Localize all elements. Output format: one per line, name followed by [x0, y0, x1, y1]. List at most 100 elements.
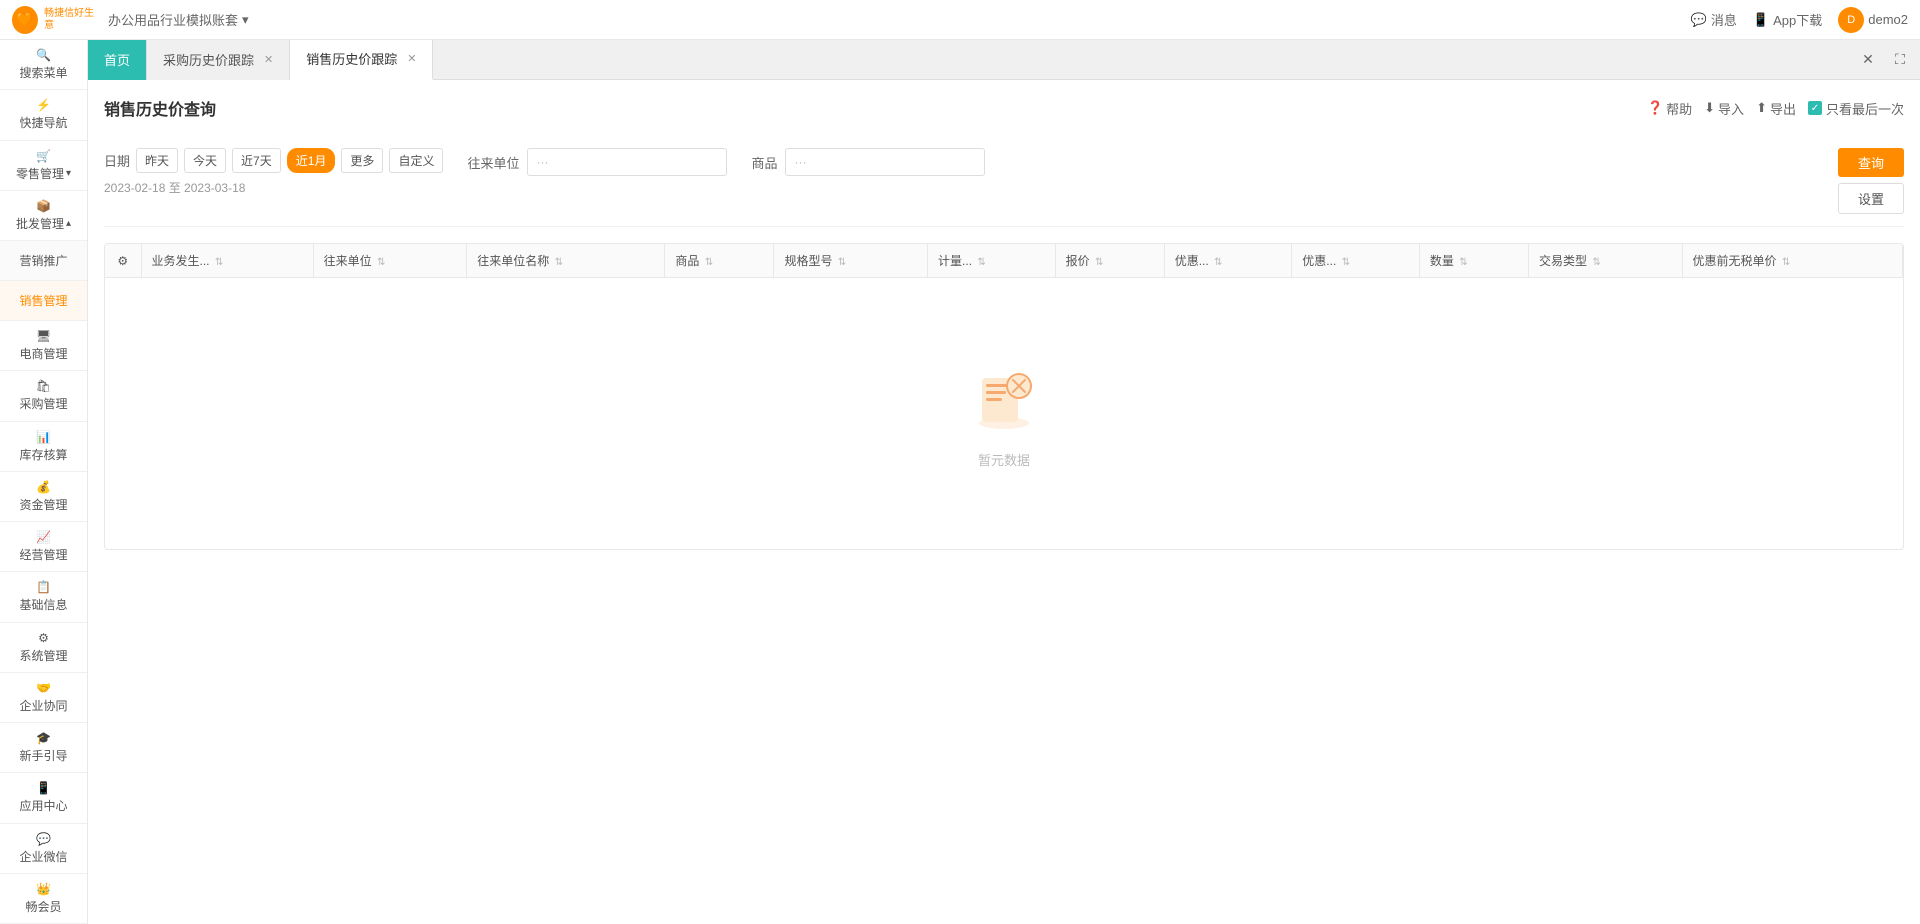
col-goods-label: 商品: [675, 254, 699, 268]
sidebar-item-label: 销售管理: [19, 292, 67, 309]
sidebar-item-guide[interactable]: 🎓 新手引导: [0, 723, 87, 773]
close-purchase-history-icon[interactable]: ✕: [264, 53, 273, 66]
tab-sales-history[interactable]: 销售历史价跟踪 ✕: [290, 40, 433, 80]
guide-icon: 🎓: [36, 731, 51, 745]
export-label: 导出: [1770, 99, 1796, 118]
page-actions: ❓ 帮助 ⬇ 导入 ⬆ 导出 ✓ 只看最后一次: [1647, 99, 1904, 118]
date-btn-1month[interactable]: 近1月: [287, 148, 336, 173]
table-col-goods[interactable]: 商品 ⇅: [665, 244, 774, 278]
date-label: 日期: [104, 151, 130, 170]
filter-actions: 查询 设置: [1838, 148, 1904, 214]
sidebar-item-enterprise[interactable]: 🤝 企业协同: [0, 673, 87, 723]
help-label: 帮助: [1666, 99, 1692, 118]
sidebar-item-enterprise-wechat[interactable]: 💬 企业微信: [0, 824, 87, 874]
sidebar-item-search-menu[interactable]: 🔍 搜索菜单: [0, 40, 87, 90]
table-col-unit[interactable]: 计量... ⇅: [928, 244, 1056, 278]
sidebar-item-label: 采购管理: [19, 395, 67, 412]
sales-history-tab-label: 销售历史价跟踪: [306, 49, 397, 68]
chevron-up-icon: ▴: [66, 218, 71, 229]
col-partner-name-label: 往来单位名称: [477, 254, 549, 268]
top-bar-right: 💬 消息 📱 App下载 D demo2: [1691, 7, 1908, 33]
maximize-button[interactable]: ⛶: [1888, 48, 1912, 72]
col-biz-date-label: 业务发生...: [152, 254, 210, 268]
user-menu[interactable]: D demo2: [1838, 7, 1908, 33]
operations-icon: 📈: [36, 530, 51, 544]
sort-icon: ⇅: [377, 257, 385, 268]
account-dropdown[interactable]: 办公用品行业模拟账套 ▾: [108, 10, 1683, 29]
table-col-spec[interactable]: 规格型号 ⇅: [774, 244, 928, 278]
import-label: 导入: [1718, 99, 1744, 118]
search-button[interactable]: 查询: [1838, 148, 1904, 177]
sidebar-item-system[interactable]: ⚙ 系统管理: [0, 623, 87, 673]
sort-icon: ⇅: [1095, 257, 1103, 268]
sidebar-item-purchase[interactable]: 🛍 采购管理: [0, 371, 87, 421]
export-button[interactable]: ⬆ 导出: [1756, 99, 1796, 118]
close-all-tabs-button[interactable]: ✕: [1856, 48, 1880, 72]
date-btn-7days[interactable]: 近7天: [232, 148, 281, 173]
sidebar-item-inventory[interactable]: 📊 库存核算: [0, 422, 87, 472]
page-title: 销售历史价查询: [104, 96, 216, 120]
enterprise-icon: 🤝: [36, 681, 51, 695]
table-col-partner-code[interactable]: 往来单位 ⇅: [313, 244, 467, 278]
partner-input[interactable]: ···: [527, 148, 727, 176]
sort-icon: ⇅: [1459, 257, 1467, 268]
table-col-quote[interactable]: 报价 ⇅: [1055, 244, 1164, 278]
inventory-icon: 📊: [36, 430, 51, 444]
sidebar-item-sales-mgmt[interactable]: 销售管理: [0, 281, 87, 321]
table-col-qty[interactable]: 数量 ⇅: [1419, 244, 1528, 278]
sidebar-item-app-center[interactable]: 📱 应用中心: [0, 773, 87, 823]
app-download-button[interactable]: 📱 App下载: [1753, 10, 1822, 29]
home-tab-label: 首页: [104, 50, 130, 69]
sidebar-item-operations[interactable]: 📈 经营管理: [0, 522, 87, 572]
system-icon: ⚙: [38, 631, 49, 645]
dropdown-arrow-icon: ▾: [242, 12, 249, 28]
logo: 🧡 畅捷信好生意: [12, 6, 100, 34]
settings-button[interactable]: 设置: [1838, 183, 1904, 214]
sidebar-item-label: 新手引导: [19, 747, 67, 764]
message-icon: 💬: [1691, 12, 1707, 28]
import-button[interactable]: ⬇ 导入: [1704, 99, 1744, 118]
date-btn-custom[interactable]: 自定义: [389, 148, 443, 173]
sidebar-item-marketing[interactable]: 营销推广: [0, 241, 87, 281]
message-button[interactable]: 💬 消息: [1691, 10, 1737, 29]
page-header: 销售历史价查询 ❓ 帮助 ⬇ 导入 ⬆ 导出 ✓: [104, 96, 1904, 120]
account-label: 办公用品行业模拟账套: [108, 10, 238, 29]
col-discount2-label: 优惠...: [1302, 254, 1336, 268]
tab-purchase-history[interactable]: 采购历史价跟踪 ✕: [147, 40, 290, 80]
tab-home[interactable]: 首页: [88, 40, 147, 80]
date-filter-buttons: 日期 昨天 今天 近7天 近1月 更多 自定义: [104, 148, 443, 173]
import-icon: ⬇: [1704, 100, 1715, 116]
sidebar-item-wholesale-mgmt[interactable]: 📦 批发管理 ▴: [0, 191, 87, 241]
date-btn-yesterday[interactable]: 昨天: [136, 148, 178, 173]
table-col-partner-name[interactable]: 往来单位名称 ⇅: [467, 244, 665, 278]
help-button[interactable]: ❓ 帮助: [1647, 99, 1692, 118]
sidebar-item-label: 基础信息: [19, 596, 67, 613]
purchase-icon: 🛍: [36, 379, 51, 393]
basic-info-icon: 📋: [36, 580, 51, 594]
goods-input[interactable]: ···: [785, 148, 985, 176]
table-col-trade-type[interactable]: 交易类型 ⇅: [1528, 244, 1682, 278]
sidebar-item-quick-nav[interactable]: ⚡ 快捷导航: [0, 90, 87, 140]
sidebar-item-label: 畅会员: [25, 898, 61, 915]
wechat-icon: 💬: [36, 832, 51, 846]
sidebar-item-vip[interactable]: 👑 畅会员: [0, 874, 87, 924]
app-label: App下载: [1773, 10, 1822, 29]
only-last-checkbox[interactable]: ✓ 只看最后一次: [1808, 99, 1904, 118]
table-col-discount2[interactable]: 优惠... ⇅: [1292, 244, 1420, 278]
date-btn-more[interactable]: 更多: [341, 148, 383, 173]
main-layout: 🔍 搜索菜单 ⚡ 快捷导航 🛒 零售管理 ▾ 📦 批发管理 ▴ 营销推广 销售管…: [0, 40, 1920, 924]
sidebar-item-finance[interactable]: 💰 资金管理: [0, 472, 87, 522]
table-container: ⚙ 业务发生... ⇅ 往来单位 ⇅ 往来单位名称 ⇅: [104, 243, 1904, 550]
date-btn-today[interactable]: 今天: [184, 148, 226, 173]
sidebar-item-ecommerce[interactable]: 🖥 电商管理: [0, 321, 87, 371]
close-sales-history-icon[interactable]: ✕: [407, 52, 416, 65]
col-qty-label: 数量: [1430, 254, 1454, 268]
sidebar-item-retail-mgmt[interactable]: 🛒 零售管理 ▾: [0, 141, 87, 191]
table-col-pretax-price[interactable]: 优惠前无税单价 ⇅: [1682, 244, 1902, 278]
table-col-gear[interactable]: ⚙: [105, 244, 141, 278]
sort-icon: ⇅: [1214, 257, 1222, 268]
table-col-discount1[interactable]: 优惠... ⇅: [1164, 244, 1292, 278]
goods-filter-group: 商品 ···: [751, 148, 985, 176]
table-col-biz-date[interactable]: 业务发生... ⇅: [141, 244, 313, 278]
sidebar-item-basic-info[interactable]: 📋 基础信息: [0, 572, 87, 622]
